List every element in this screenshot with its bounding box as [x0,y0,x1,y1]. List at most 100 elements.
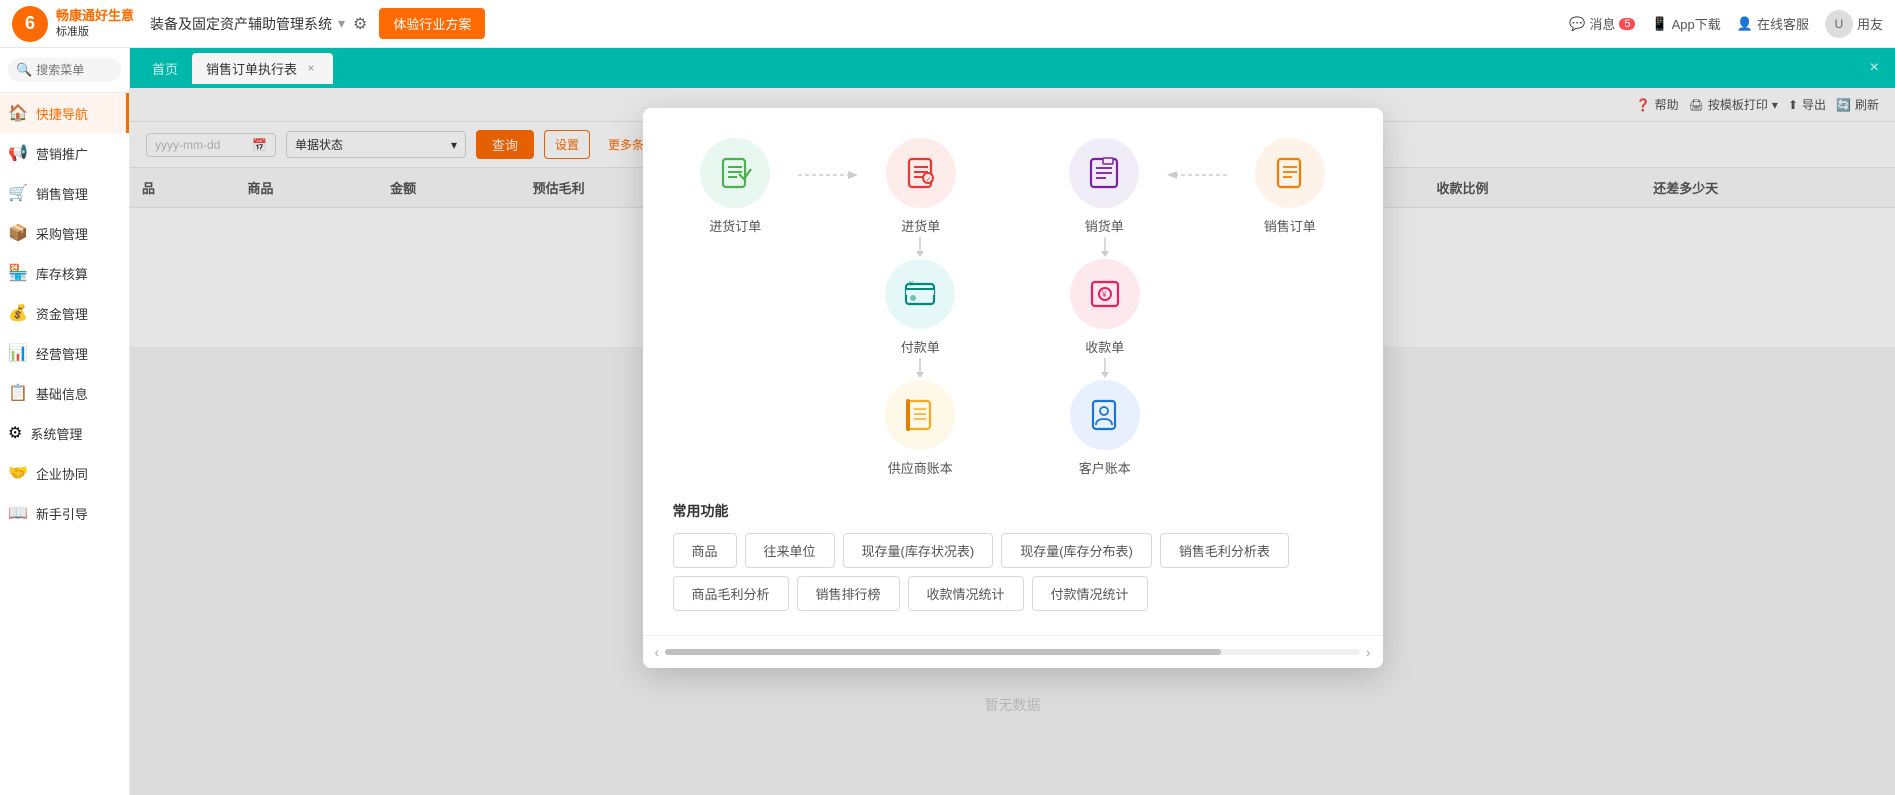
purchase-order-icon [700,138,770,208]
sidebar-item-marketing[interactable]: 📢 营销推广 [0,133,129,173]
sales-order-icon [1255,138,1325,208]
system-title: 装备及固定资产辅助管理系统 ▾ [150,14,345,34]
sidebar-label: 营销推广 [36,144,88,163]
basic-icon: 📋 [8,383,28,403]
sidebar-label: 快捷导航 [36,104,88,123]
node-purchase-bill: ✓ 进货单 [858,138,984,235]
modal-scrollbar: ‹ › [643,635,1383,668]
node-purchase-order-label: 进货订单 [709,216,761,235]
avatar: U [1825,10,1853,38]
func-btn-payment-stats[interactable]: 付款情况统计 [1032,576,1148,611]
flow-modal: 进货订单 ✓ [643,108,1383,668]
sidebar-item-quick-nav[interactable]: 🏠 快捷导航 [0,93,129,133]
payment-icon: ¥ [885,259,955,329]
quick-nav-icon: 🏠 [8,103,28,123]
node-receipt: ¥ 收款单 [1042,259,1168,356]
sidebar-label: 采购管理 [36,224,88,243]
down-arrow-receipt [1042,356,1168,380]
node-supplier-ledger: 供应商账本 [857,380,983,477]
app-download-button[interactable]: 📱 App下载 [1651,14,1720,33]
sidebar-label: 新手引导 [36,504,88,523]
close-all-tabs-icon[interactable]: × [1862,59,1887,77]
sales-bill-icon [1069,138,1139,208]
node-purchase-bill-label: 进货单 [901,216,940,235]
sidebar-search[interactable]: 🔍 [0,48,129,93]
guide-icon: 📖 [8,503,28,523]
sidebar-item-inventory[interactable]: 🏪 库存核算 [0,253,129,293]
page-content: ❓ 帮助 🖨 按模板打印 ▾ ⬆ 导出 🔄 [130,88,1895,795]
down-arrow-purchase-bill [857,235,983,259]
sidebar-item-system[interactable]: ⚙ 系统管理 [0,413,129,453]
user-area[interactable]: U 用友 [1825,10,1883,38]
sidebar-label: 基础信息 [36,384,88,403]
logo-area: 6 畅康通好生意 标准版 [12,6,142,42]
collab-icon: 🤝 [8,463,28,483]
node-receipt-label: 收款单 [1085,337,1124,356]
supplier-ledger-icon [885,380,955,450]
func-btn-counterparty[interactable]: 往来单位 [745,533,835,568]
app-icon: 📱 [1651,16,1667,32]
inventory-icon: 🏪 [8,263,28,283]
node-payment-label: 付款单 [901,337,940,356]
node-payment: ¥ 付款单 [857,259,983,356]
sidebar-label: 销售管理 [36,184,88,203]
scrollbar-thumb [665,649,1221,655]
flow-row-arrows [673,235,1353,259]
func-btn-sales-profit[interactable]: 销售毛利分析表 [1160,533,1289,568]
scrollbar-track[interactable] [665,649,1360,655]
tab-bar: 首页 销售订单执行表 × × [130,48,1895,88]
arrow-4-to-3 [1167,138,1227,182]
node-purchase-order: 进货订单 [673,138,799,235]
flow-row-2: ¥ 付款单 ¥ [673,259,1353,356]
func-btn-product-profit[interactable]: 商品毛利分析 [673,576,789,611]
sidebar-item-finance[interactable]: 💰 资金管理 [0,293,129,333]
system-title-chevron[interactable]: ▾ [338,15,345,32]
receipt-icon: ¥ [1070,259,1140,329]
trial-button[interactable]: 体验行业方案 [379,8,485,39]
scroll-left-icon[interactable]: ‹ [655,644,660,660]
top-right-area: 💬 消息 5 📱 App下载 👤 在线客服 U 用友 [1569,10,1883,38]
purchase-bill-icon: ✓ [886,138,956,208]
svg-text:✓: ✓ [925,177,931,184]
marketing-icon: 📢 [8,143,28,163]
search-input[interactable] [36,63,116,77]
settings-icon[interactable]: ⚙ [353,14,367,34]
down-arrow-payment [857,356,983,380]
tab-home[interactable]: 首页 [138,53,192,84]
common-functions-section: 常用功能 商品 往来单位 现存量(库存状况表) 现存量(库存分布表) 销售毛利分… [673,501,1353,611]
sidebar-label: 企业协同 [36,464,88,483]
system-icon: ⚙ [8,423,22,443]
sidebar-item-purchase[interactable]: 📦 采购管理 [0,213,129,253]
logo-icon: 6 [12,6,48,42]
customer-ledger-icon [1070,380,1140,450]
tab-home-label: 首页 [152,59,178,78]
tab-sales-order[interactable]: 销售订单执行表 × [192,53,333,84]
func-btn-product[interactable]: 商品 [673,533,737,568]
sidebar-item-collab[interactable]: 🤝 企业协同 [0,453,129,493]
down-arrow-sales-bill [1042,235,1168,259]
online-service-button[interactable]: 👤 在线客服 [1737,14,1809,33]
sidebar-item-sales[interactable]: 🛒 销售管理 [0,173,129,213]
sidebar-item-basic[interactable]: 📋 基础信息 [0,373,129,413]
svg-text:¥: ¥ [1101,290,1107,299]
flow-row-1: 进货订单 ✓ [673,138,1353,235]
service-icon: 👤 [1737,16,1753,32]
tab-close-icon[interactable]: × [303,60,319,76]
node-supplier-ledger-label: 供应商账本 [888,458,953,477]
common-functions-title: 常用功能 [673,501,1353,521]
func-btn-inventory-dist[interactable]: 现存量(库存分布表) [1001,533,1152,568]
message-button[interactable]: 💬 消息 5 [1569,14,1635,33]
operation-icon: 📊 [8,343,28,363]
func-btn-sales-ranking[interactable]: 销售排行榜 [797,576,900,611]
node-sales-bill: 销货单 [1041,138,1167,235]
sidebar-item-guide[interactable]: 📖 新手引导 [0,493,129,533]
logo-text: 畅康通好生意 标准版 [56,8,134,39]
node-sales-bill-label: 销货单 [1085,216,1124,235]
func-btn-inventory-status[interactable]: 现存量(库存状况表) [843,533,994,568]
func-btn-receipt-stats[interactable]: 收款情况统计 [908,576,1024,611]
node-sales-order-label: 销售订单 [1264,216,1316,235]
function-buttons-grid: 商品 往来单位 现存量(库存状况表) 现存量(库存分布表) 销售毛利分析表 商品… [673,533,1353,611]
sidebar-item-operation[interactable]: 📊 经营管理 [0,333,129,373]
sidebar-label: 库存核算 [36,264,88,283]
scroll-right-icon[interactable]: › [1366,644,1371,660]
